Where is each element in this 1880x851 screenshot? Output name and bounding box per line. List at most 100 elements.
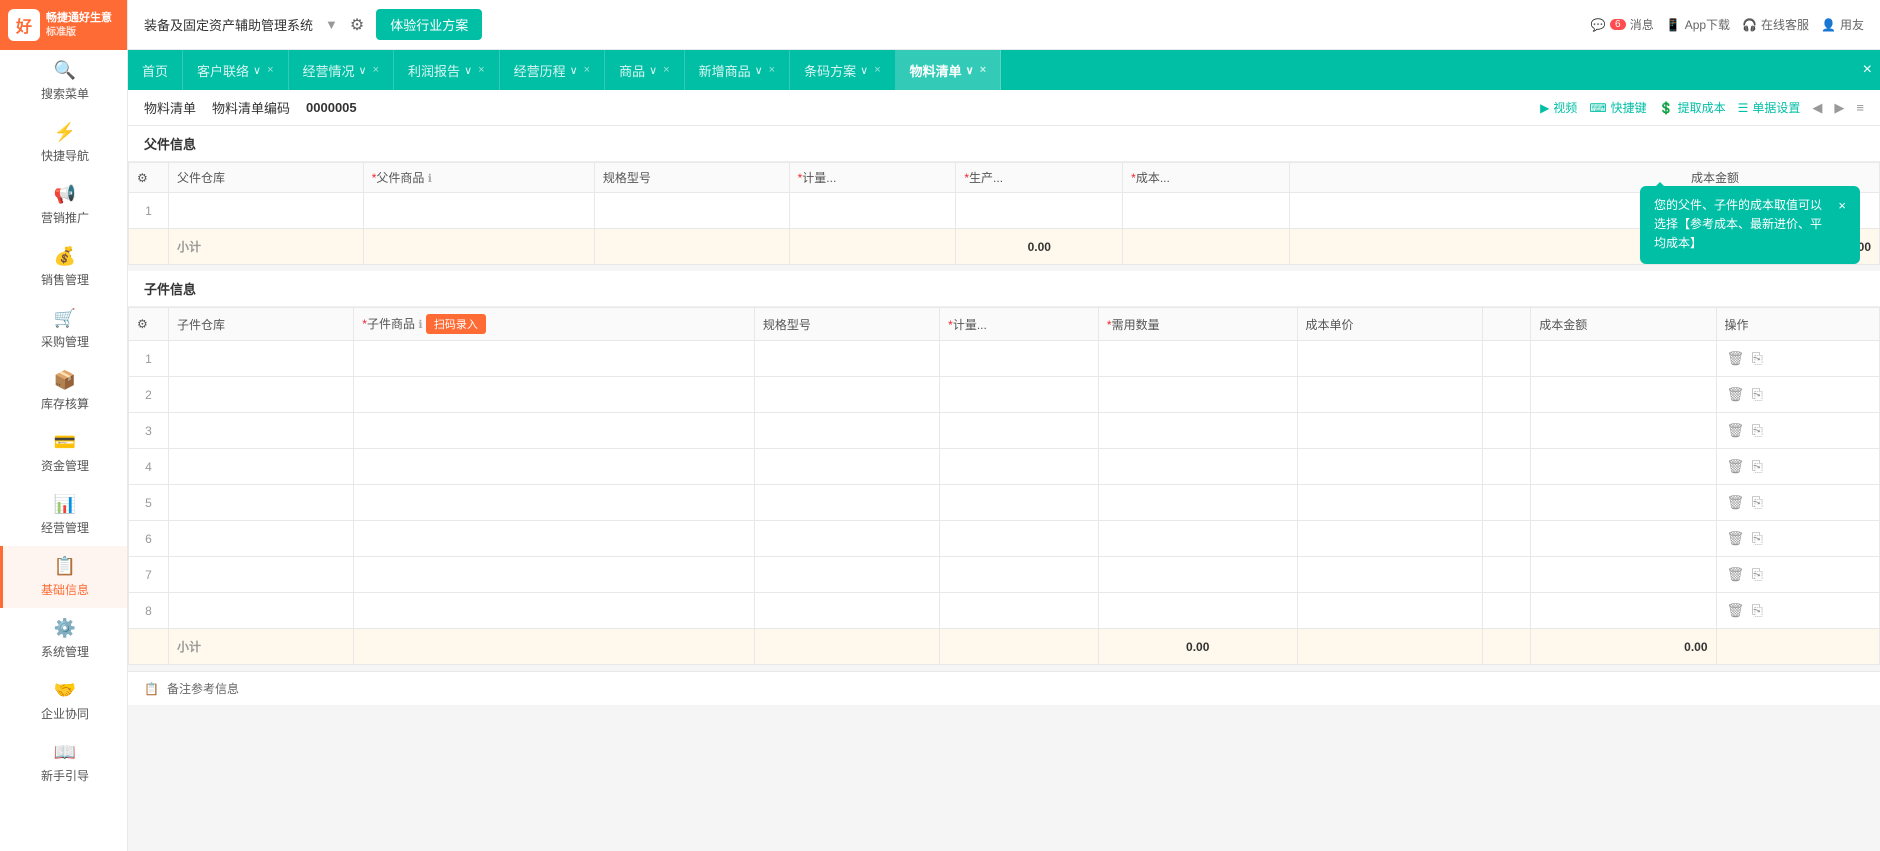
tab-home[interactable]: 首页: [128, 50, 183, 90]
menu-icon[interactable]: ≡: [1856, 100, 1864, 115]
settings-icon[interactable]: ⚙: [350, 15, 364, 35]
child-product-cell[interactable]: [354, 377, 755, 413]
video-button[interactable]: ▶ 视频: [1540, 99, 1577, 116]
child-product-cell[interactable]: [354, 449, 755, 485]
child-unit-cell[interactable]: [940, 341, 1099, 377]
parent-spec-cell[interactable]: [594, 193, 789, 229]
delete-row-button[interactable]: 🗑: [1725, 420, 1747, 441]
copy-row-button[interactable]: ⎘: [1750, 456, 1765, 477]
tab-close-icon[interactable]: ×: [267, 64, 273, 76]
child-unit-cost-cell[interactable]: [1297, 341, 1482, 377]
child-unit-cost-cell[interactable]: [1297, 557, 1482, 593]
child-unit-cost-cell[interactable]: [1297, 377, 1482, 413]
child-spec-cell[interactable]: [754, 557, 939, 593]
single-setting-button[interactable]: ☰ 单据设置: [1738, 99, 1801, 116]
dropdown-icon[interactable]: ▼: [325, 17, 338, 32]
message-button[interactable]: 💬 6 消息: [1591, 16, 1654, 33]
tab-customer[interactable]: 客户联络 ∨ ×: [183, 50, 289, 90]
child-unit-cell[interactable]: [940, 521, 1099, 557]
child-unit-cell[interactable]: [940, 557, 1099, 593]
delete-row-button[interactable]: 🗑: [1725, 564, 1747, 585]
parent-cost-cell[interactable]: [1123, 193, 1290, 229]
child-unit-cost-cell[interactable]: [1297, 593, 1482, 629]
delete-row-button[interactable]: 🗑: [1725, 600, 1747, 621]
child-warehouse-cell[interactable]: [169, 449, 354, 485]
copy-row-button[interactable]: ⎘: [1750, 564, 1765, 585]
child-spec-cell[interactable]: [754, 521, 939, 557]
app-download-button[interactable]: 📱 App下载: [1666, 16, 1730, 33]
child-unit-cost-cell[interactable]: [1297, 449, 1482, 485]
child-unit-cell[interactable]: [940, 377, 1099, 413]
child-spec-cell[interactable]: [754, 341, 939, 377]
extract-cost-button[interactable]: 💲 提取成本: [1659, 99, 1726, 116]
user-button[interactable]: 👤 用友: [1821, 16, 1864, 33]
parent-warehouse-cell[interactable]: [169, 193, 364, 229]
tab-history[interactable]: 经营历程 ∨ ×: [500, 50, 606, 90]
tab-bom[interactable]: 物料清单 ∨ ×: [896, 50, 1002, 90]
child-qty-cell[interactable]: [1098, 341, 1297, 377]
copy-row-button[interactable]: ⎘: [1750, 348, 1765, 369]
child-qty-cell[interactable]: [1098, 377, 1297, 413]
delete-row-button[interactable]: 🗑: [1725, 384, 1747, 405]
child-product-cell[interactable]: [354, 413, 755, 449]
child-unit-cost-cell[interactable]: [1297, 413, 1482, 449]
child-warehouse-cell[interactable]: [169, 413, 354, 449]
child-unit-cost-cell[interactable]: [1297, 485, 1482, 521]
child-warehouse-cell[interactable]: [169, 485, 354, 521]
sidebar-item-system[interactable]: ⚙️ 系统管理: [0, 608, 127, 670]
child-product-cell[interactable]: [354, 521, 755, 557]
child-spec-cell[interactable]: [754, 593, 939, 629]
parent-unit-cell[interactable]: [789, 193, 956, 229]
close-all-tabs[interactable]: ×: [1855, 61, 1880, 79]
sidebar-item-finance[interactable]: 💳 资金管理: [0, 422, 127, 484]
copy-row-button[interactable]: ⎘: [1750, 492, 1765, 513]
child-qty-cell[interactable]: [1098, 557, 1297, 593]
child-spec-cell[interactable]: [754, 413, 939, 449]
tab-new-product[interactable]: 新增商品 ∨ ×: [685, 50, 791, 90]
child-spec-cell[interactable]: [754, 485, 939, 521]
tab-close-icon[interactable]: ×: [584, 64, 590, 76]
tab-close-icon[interactable]: ×: [874, 64, 880, 76]
copy-row-button[interactable]: ⎘: [1750, 420, 1765, 441]
tab-business[interactable]: 经营情况 ∨ ×: [289, 50, 395, 90]
copy-row-button[interactable]: ⎘: [1750, 528, 1765, 549]
sidebar-item-enterprise[interactable]: 🤝 企业协同: [0, 670, 127, 732]
child-qty-cell[interactable]: [1098, 521, 1297, 557]
tab-barcode[interactable]: 条码方案 ∨ ×: [790, 50, 896, 90]
child-warehouse-cell[interactable]: [169, 377, 354, 413]
child-unit-cell[interactable]: [940, 593, 1099, 629]
sidebar-item-marketing[interactable]: 📢 营销推广: [0, 174, 127, 236]
delete-row-button[interactable]: 🗑: [1725, 528, 1747, 549]
prev-record-icon[interactable]: ◀: [1812, 100, 1822, 116]
child-unit-cost-cell[interactable]: [1297, 521, 1482, 557]
child-product-cell[interactable]: [354, 485, 755, 521]
delete-row-button[interactable]: 🗑: [1725, 492, 1747, 513]
shortcut-button[interactable]: ⌨ 快捷键: [1589, 99, 1646, 116]
child-warehouse-cell[interactable]: [169, 341, 354, 377]
child-product-cell[interactable]: [354, 341, 755, 377]
tab-close-icon[interactable]: ×: [663, 64, 669, 76]
sidebar-item-purchase[interactable]: 🛒 采购管理: [0, 298, 127, 360]
child-unit-cell[interactable]: [940, 485, 1099, 521]
sidebar-item-sales[interactable]: 💰 销售管理: [0, 236, 127, 298]
tab-close-icon[interactable]: ×: [980, 64, 986, 76]
sidebar-item-search[interactable]: 🔍 搜索菜单: [0, 50, 127, 112]
next-record-icon[interactable]: ▶: [1834, 100, 1844, 116]
child-qty-cell[interactable]: [1098, 593, 1297, 629]
sidebar-item-inventory[interactable]: 📦 库存核算: [0, 360, 127, 422]
delete-row-button[interactable]: 🗑: [1725, 348, 1747, 369]
copy-row-button[interactable]: ⎘: [1750, 384, 1765, 405]
tab-close-icon[interactable]: ×: [769, 64, 775, 76]
child-warehouse-cell[interactable]: [169, 557, 354, 593]
sidebar-item-quicknav[interactable]: ⚡ 快捷导航: [0, 112, 127, 174]
delete-row-button[interactable]: 🗑: [1725, 456, 1747, 477]
copy-row-button[interactable]: ⎘: [1750, 600, 1765, 621]
child-spec-cell[interactable]: [754, 377, 939, 413]
sidebar-item-guide[interactable]: 📖 新手引导: [0, 732, 127, 794]
online-service-button[interactable]: 🎧 在线客服: [1742, 16, 1809, 33]
sidebar-item-operations[interactable]: 📊 经营管理: [0, 484, 127, 546]
child-product-cell[interactable]: [354, 593, 755, 629]
tab-product[interactable]: 商品 ∨ ×: [605, 50, 685, 90]
child-warehouse-cell[interactable]: [169, 521, 354, 557]
child-warehouse-cell[interactable]: [169, 593, 354, 629]
